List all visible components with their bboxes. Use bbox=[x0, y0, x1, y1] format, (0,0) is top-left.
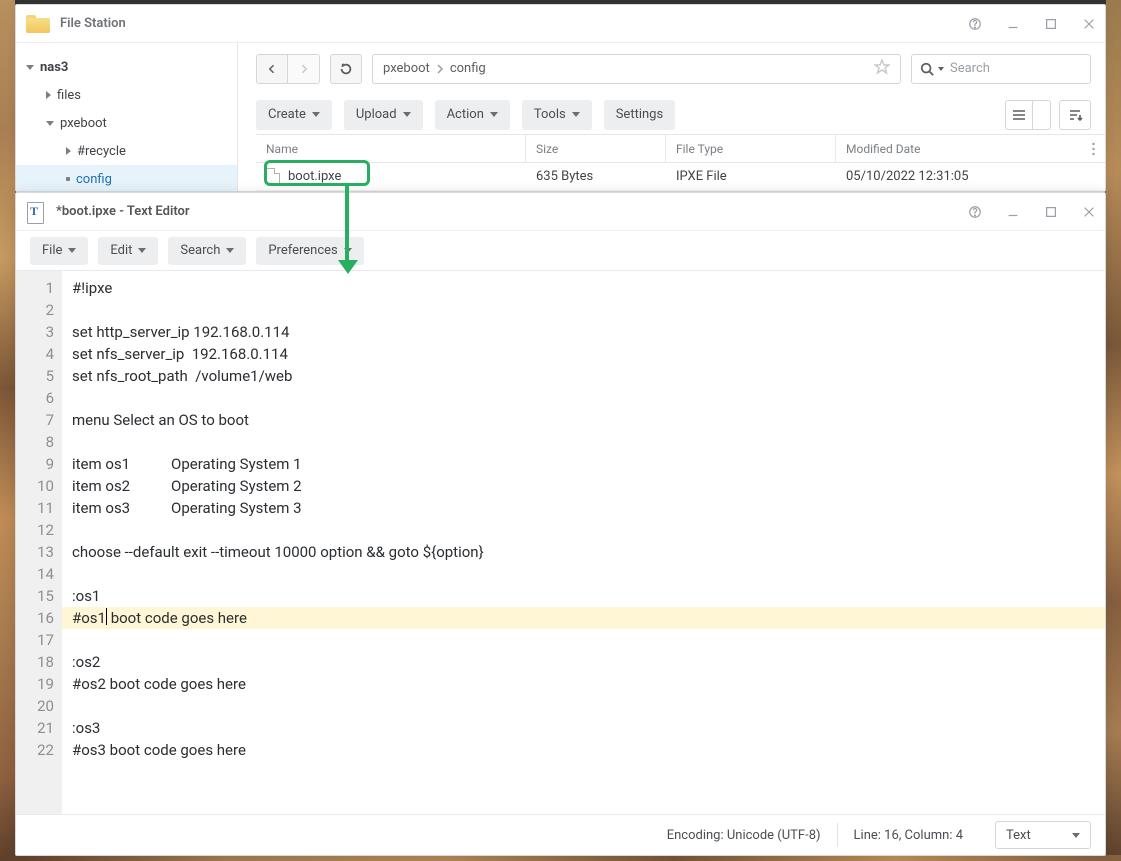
status-bar: Encoding: Unicode (UTF-8) Line: 16, Colu… bbox=[16, 815, 1105, 855]
texteditor-app-icon bbox=[24, 200, 48, 224]
btn-label: Upload bbox=[356, 107, 397, 122]
breadcrumb-item[interactable]: config bbox=[450, 61, 486, 76]
filestation-titlebar[interactable]: File Station bbox=[16, 5, 1105, 43]
folder-app-icon bbox=[24, 12, 52, 36]
sort-icon bbox=[1067, 107, 1083, 123]
chevron-down-icon bbox=[68, 248, 76, 253]
nav-forward-button[interactable] bbox=[288, 54, 320, 84]
help-icon[interactable] bbox=[967, 204, 983, 220]
tree-item-config[interactable]: config bbox=[16, 165, 237, 192]
language-select[interactable]: Text bbox=[995, 821, 1091, 849]
breadcrumb-item[interactable]: pxeboot bbox=[383, 61, 430, 76]
minimize-icon[interactable] bbox=[1005, 204, 1021, 220]
close-icon[interactable] bbox=[1081, 16, 1097, 32]
col-size[interactable]: Size bbox=[526, 135, 666, 161]
chevron-down-icon[interactable] bbox=[26, 65, 34, 70]
table-header: Name Size File Type Modified Date bbox=[256, 134, 1105, 162]
chevron-down-icon bbox=[490, 112, 498, 117]
breadcrumb[interactable]: pxeboot config bbox=[372, 54, 901, 84]
file-size: 635 Bytes bbox=[536, 169, 593, 184]
chevron-right-icon[interactable] bbox=[66, 147, 71, 155]
tree-item-files[interactable]: files bbox=[16, 81, 237, 109]
status-encoding: Encoding: Unicode (UTF-8) bbox=[651, 823, 837, 847]
menu-preferences[interactable]: Preferences bbox=[256, 237, 363, 265]
menu-file[interactable]: File bbox=[30, 237, 88, 265]
menu-search[interactable]: Search bbox=[168, 237, 246, 265]
create-button[interactable]: Create bbox=[256, 100, 332, 130]
leaf-dot-icon bbox=[66, 177, 70, 181]
tree-item-recycle[interactable]: #recycle bbox=[16, 137, 237, 165]
file-date: 05/10/2022 12:31:05 bbox=[846, 169, 969, 184]
tree-root[interactable]: nas3 bbox=[16, 53, 237, 81]
btn-label: Settings bbox=[616, 107, 663, 122]
filestation-toolbar: pxeboot config Search bbox=[256, 43, 1105, 95]
search-icon bbox=[920, 62, 934, 76]
sort-button[interactable] bbox=[1059, 100, 1091, 130]
action-button[interactable]: Action bbox=[435, 100, 510, 130]
reload-button[interactable] bbox=[330, 54, 362, 84]
menu-edit[interactable]: Edit bbox=[98, 237, 158, 265]
desktop-bg-left bbox=[0, 0, 15, 861]
chevron-down-icon bbox=[572, 112, 580, 117]
chevron-right-icon[interactable] bbox=[46, 91, 51, 99]
texteditor-window: *boot.ipxe - Text Editor File Edit Searc… bbox=[15, 192, 1106, 856]
maximize-icon[interactable] bbox=[1043, 16, 1059, 32]
chevron-down-icon[interactable] bbox=[938, 67, 944, 71]
editor-area[interactable]: 12345678910111213141516171819202122 #!ip… bbox=[16, 271, 1105, 815]
texteditor-titlebar[interactable]: *boot.ipxe - Text Editor bbox=[16, 193, 1105, 231]
col-menu-icon[interactable] bbox=[1081, 135, 1105, 161]
tree-root-label: nas3 bbox=[40, 60, 68, 75]
status-position: Line: 16, Column: 4 bbox=[837, 823, 979, 847]
texteditor-menubar: File Edit Search Preferences bbox=[16, 231, 1105, 271]
filestation-actionbar: Create Upload Action Tools Settings bbox=[256, 95, 1105, 134]
list-icon bbox=[1011, 107, 1027, 123]
col-type[interactable]: File Type bbox=[666, 135, 836, 161]
tree-item-label: files bbox=[57, 88, 81, 103]
table-row[interactable]: boot.ipxe 635 Bytes IPXE File 05/10/2022… bbox=[256, 163, 1105, 191]
filestation-title: File Station bbox=[60, 16, 126, 31]
favorite-icon[interactable] bbox=[874, 59, 890, 79]
btn-label: Create bbox=[268, 107, 306, 122]
chevron-down-icon bbox=[312, 112, 320, 117]
close-icon[interactable] bbox=[1081, 204, 1097, 220]
tree-item-label: config bbox=[76, 172, 112, 187]
chevron-right-icon bbox=[436, 64, 444, 74]
tools-button[interactable]: Tools bbox=[522, 100, 592, 130]
line-gutter: 12345678910111213141516171819202122 bbox=[16, 271, 62, 814]
texteditor-title: *boot.ipxe - Text Editor bbox=[56, 204, 190, 219]
col-name[interactable]: Name bbox=[256, 135, 526, 161]
maximize-icon[interactable] bbox=[1043, 204, 1059, 220]
file-name: boot.ipxe bbox=[288, 169, 341, 184]
chevron-down-icon bbox=[403, 112, 411, 117]
view-mode-button[interactable] bbox=[1005, 100, 1051, 130]
tree-item-pxeboot[interactable]: pxeboot bbox=[16, 109, 237, 137]
filestation-window: File Station nas3 files pxeboot #recycle bbox=[15, 4, 1106, 192]
minimize-icon[interactable] bbox=[1005, 16, 1021, 32]
search-input[interactable]: Search bbox=[911, 54, 1091, 84]
file-type: IPXE File bbox=[676, 169, 727, 184]
help-icon[interactable] bbox=[967, 16, 983, 32]
btn-label: Action bbox=[447, 107, 484, 122]
tree-item-label: pxeboot bbox=[60, 116, 107, 131]
code-content[interactable]: #!ipxeset http_server_ip 192.168.0.114se… bbox=[62, 271, 1105, 814]
tree-item-label: #recycle bbox=[77, 144, 126, 159]
chevron-down-icon bbox=[226, 248, 234, 253]
chevron-down-icon[interactable] bbox=[46, 121, 54, 126]
file-icon bbox=[266, 168, 280, 184]
filestation-sidebar: nas3 files pxeboot #recycle config bbox=[16, 43, 238, 191]
settings-button[interactable]: Settings bbox=[604, 100, 675, 130]
col-date[interactable]: Modified Date bbox=[836, 135, 1081, 161]
nav-back-button[interactable] bbox=[256, 54, 288, 84]
language-label: Text bbox=[1006, 828, 1031, 843]
upload-button[interactable]: Upload bbox=[344, 100, 423, 130]
chevron-down-icon bbox=[138, 248, 146, 253]
search-placeholder: Search bbox=[950, 61, 990, 76]
chevron-down-icon bbox=[344, 248, 352, 253]
desktop-bg-right bbox=[1106, 0, 1121, 861]
btn-label: Tools bbox=[534, 107, 566, 122]
